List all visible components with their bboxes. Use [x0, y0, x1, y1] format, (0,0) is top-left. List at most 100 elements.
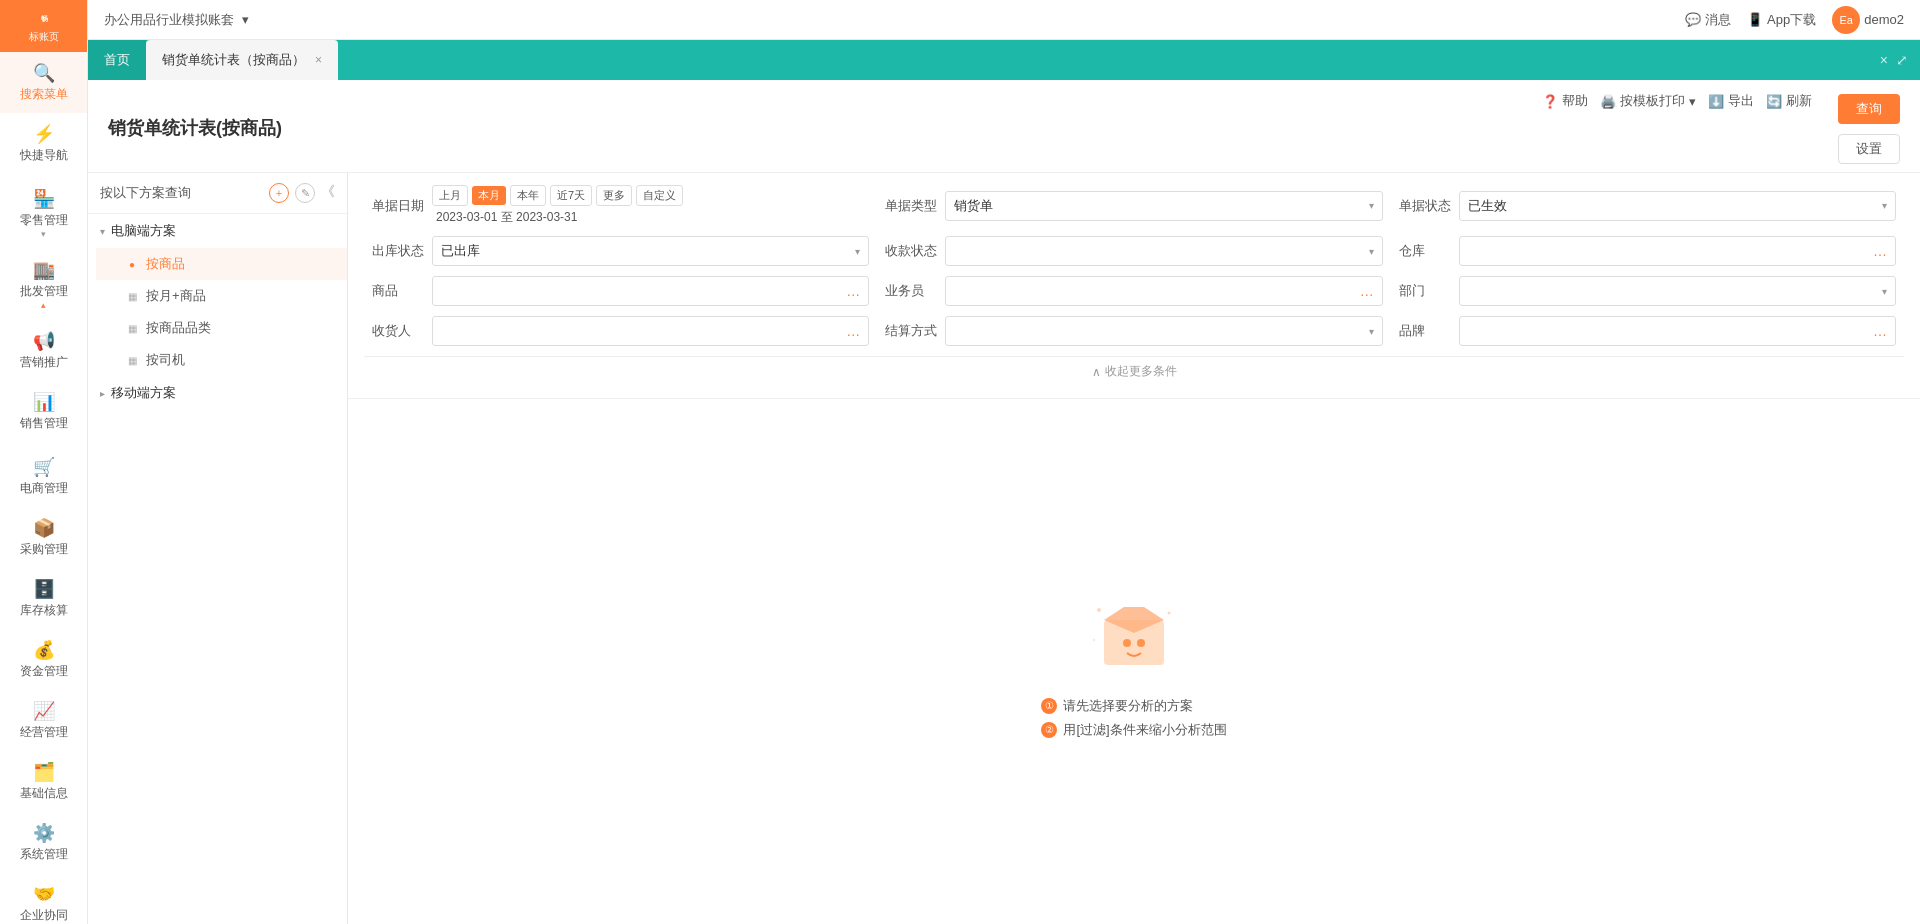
tab-sales-stat[interactable]: 销货单统计表（按商品） ×	[146, 40, 338, 80]
sidebar-item-inventory[interactable]: 🗄️ 库存核算	[0, 568, 87, 629]
brand-input[interactable]: …	[1459, 316, 1896, 346]
order-status-select[interactable]: 已生效 ▾	[1459, 191, 1896, 221]
system-icon: ⚙️	[33, 822, 55, 844]
sidebar-item-wholesale-label: 批发管理	[20, 283, 68, 300]
wholesale-icon: 🏬	[33, 259, 55, 281]
date-tab-curr-year[interactable]: 本年	[510, 185, 546, 206]
app-download-button[interactable]: 📱 App下载	[1747, 11, 1816, 29]
date-tab-custom[interactable]: 自定义	[636, 185, 683, 206]
app-download-icon: 📱	[1747, 12, 1763, 27]
user-profile[interactable]: Ea demo2	[1832, 6, 1904, 34]
order-type-arrow: ▾	[1369, 200, 1374, 211]
tab-close-icon[interactable]: ×	[315, 53, 322, 67]
mobile-scheme-group: ▸ 移动端方案	[88, 376, 347, 410]
logo-icon: 畅	[26, 8, 62, 28]
salesman-input[interactable]: …	[945, 276, 1382, 306]
sidebar-item-cooperation[interactable]: 🤝 企业协同	[0, 873, 87, 924]
edit-scheme-button[interactable]: ✎	[295, 183, 315, 203]
warehouse-input-field[interactable]	[1468, 244, 1869, 259]
sidebar-item-search-label: 搜索菜单	[20, 86, 68, 103]
svg-point-7	[1093, 639, 1095, 641]
sidebar-item-marketing[interactable]: 📢 营销推广	[0, 320, 87, 381]
empty-state: ① 请先选择要分析的方案 ② 用[过滤]条件来缩小分析范围	[348, 399, 1920, 924]
brand-input-field[interactable]	[1468, 324, 1869, 339]
order-type-select[interactable]: 销货单 ▾	[945, 191, 1382, 221]
date-tab-prev-month[interactable]: 上月	[432, 185, 468, 206]
date-tab-more[interactable]: 更多	[596, 185, 632, 206]
brand-dots[interactable]: …	[1873, 323, 1887, 339]
print-arrow[interactable]: ▾	[1689, 94, 1696, 109]
date-tab-7days[interactable]: 近7天	[550, 185, 592, 206]
scheme-item-by-goods[interactable]: ● 按商品	[96, 248, 347, 280]
salesman-dots[interactable]: …	[1360, 283, 1374, 299]
out-status-select[interactable]: 已出库 ▾	[432, 236, 869, 266]
page-actions: ❓ 帮助 🖨️ 按模板打印 ▾ ⬇️ 导出 🔄 刷新	[1542, 92, 1812, 110]
collapse-panel-button[interactable]: 《	[321, 183, 335, 203]
sidebar-item-system[interactable]: ⚙️ 系统管理	[0, 812, 87, 873]
collapse-icon: ∧	[1092, 365, 1101, 379]
sidebar-item-purchase[interactable]: 📦 采购管理	[0, 507, 87, 568]
scheme-item-by-goods-cat[interactable]: ▦ 按商品品类	[96, 312, 347, 344]
sidebar-item-quicknav[interactable]: ⚡ 快捷导航	[0, 113, 87, 174]
sidebar-item-retail[interactable]: 🏪 零售管理 ▾	[0, 178, 87, 249]
set-button[interactable]: 设置	[1838, 134, 1900, 164]
salesman-input-field[interactable]	[954, 284, 1355, 299]
sidebar-item-operation[interactable]: 📈 经营管理	[0, 690, 87, 751]
warehouse-input[interactable]: …	[1459, 236, 1896, 266]
sidebar-item-ecommerce[interactable]: 🛒 电商管理	[0, 446, 87, 507]
department-label: 部门	[1399, 282, 1459, 300]
empty-hint-2-text: 用[过滤]条件来缩小分析范围	[1063, 721, 1226, 739]
goods-input-field[interactable]	[441, 284, 842, 299]
svg-text:畅: 畅	[40, 14, 47, 23]
add-scheme-button[interactable]: +	[269, 183, 289, 203]
sidebar-item-basic[interactable]: 🗂️ 基础信息	[0, 751, 87, 812]
refresh-button[interactable]: 🔄 刷新	[1766, 92, 1812, 110]
tab-home[interactable]: 首页	[88, 40, 146, 80]
sidebar-item-sales[interactable]: 📊 销售管理	[0, 381, 87, 442]
empty-illustration	[1084, 585, 1184, 685]
home-tab-label: 首页	[104, 51, 130, 69]
scheme-item-by-month-goods[interactable]: ▦ 按月+商品	[96, 280, 347, 312]
goods-dots[interactable]: …	[846, 283, 860, 299]
left-panel-icons: + ✎ 《	[269, 183, 335, 203]
help-button[interactable]: ❓ 帮助	[1542, 92, 1588, 110]
sidebar-item-wholesale[interactable]: 🏬 批发管理 ▴	[0, 249, 87, 320]
sidebar-item-marketing-label: 营销推广	[20, 354, 68, 371]
mobile-scheme-group-header[interactable]: ▸ 移动端方案	[88, 376, 347, 410]
filter-cell-receiver: 收货人 …	[364, 316, 877, 346]
industry-dropdown-arrow[interactable]: ▾	[242, 12, 249, 27]
scheme-item-by-cashier[interactable]: ▦ 按司机	[96, 344, 347, 376]
warehouse-dots[interactable]: …	[1873, 243, 1887, 259]
window-max-button[interactable]: ⤢	[1896, 52, 1908, 68]
window-close-button[interactable]: ×	[1880, 52, 1888, 68]
receiver-dots[interactable]: …	[846, 323, 860, 339]
inventory-icon: 🗄️	[33, 578, 55, 600]
out-status-arrow: ▾	[855, 246, 860, 257]
quicknav-icon: ⚡	[33, 123, 55, 145]
sidebar-item-search[interactable]: 🔍 搜索菜单	[0, 52, 87, 113]
filter-cell-order-type: 单据类型 销货单 ▾	[877, 191, 1390, 221]
date-tab-curr-month[interactable]: 本月	[472, 186, 506, 205]
receiver-input-field[interactable]	[441, 324, 842, 339]
filter-cell-order-status: 单据状态 已生效 ▾	[1391, 191, 1904, 221]
filter-cell-out-status: 出库状态 已出库 ▾	[364, 236, 877, 266]
settlement-select[interactable]: ▾	[945, 316, 1382, 346]
department-select[interactable]: ▾	[1459, 276, 1896, 306]
pc-scheme-group-header[interactable]: ▾ 电脑端方案	[88, 214, 347, 248]
payment-status-select[interactable]: ▾	[945, 236, 1382, 266]
by-month-goods-icon: ▦	[124, 288, 140, 304]
message-button[interactable]: 💬 消息	[1685, 11, 1731, 29]
svg-point-6	[1168, 611, 1171, 614]
receiver-input[interactable]: …	[432, 316, 869, 346]
order-type-value: 销货单	[954, 197, 1368, 215]
left-panel: 按以下方案查询 + ✎ 《 ▾ 电脑端方案	[88, 173, 348, 924]
collapse-bar[interactable]: ∧ 收起更多条件	[364, 356, 1904, 386]
print-button[interactable]: 🖨️ 按模板打印 ▾	[1600, 92, 1696, 110]
date-label: 单据日期	[372, 197, 432, 215]
export-button[interactable]: ⬇️ 导出	[1708, 92, 1754, 110]
search-icon: 🔍	[33, 62, 55, 84]
order-type-label: 单据类型	[885, 197, 945, 215]
goods-input[interactable]: …	[432, 276, 869, 306]
sidebar-item-finance[interactable]: 💰 资金管理	[0, 629, 87, 690]
query-button[interactable]: 查询	[1838, 94, 1900, 124]
